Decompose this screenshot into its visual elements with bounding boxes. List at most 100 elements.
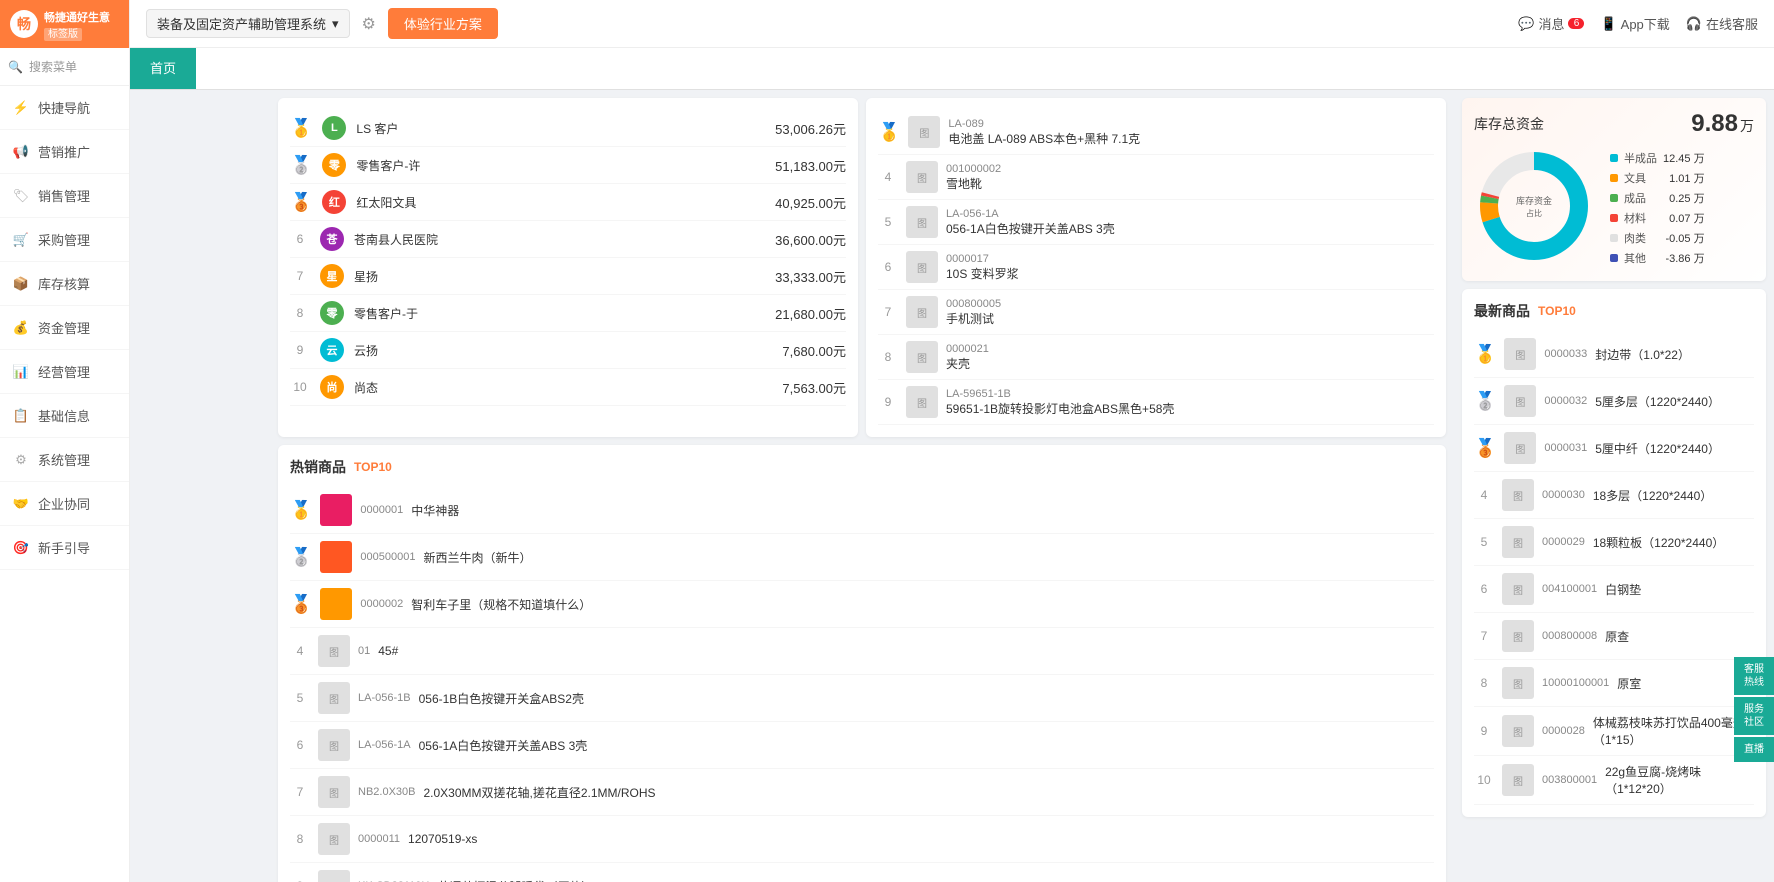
float-community-btn[interactable]: 服务社区 [1734, 697, 1774, 735]
legend-label: 肉类 [1624, 230, 1659, 246]
trial-button[interactable]: 体验行业方案 [388, 8, 498, 39]
product-name: 056-1A白色按键开关盖ABS 3壳 [419, 737, 1434, 754]
rank-number: 9 [878, 395, 898, 409]
medal-icon: 🥇 [878, 122, 900, 143]
newest-product-row: 9 图 0000028 体械荔枝味苏打饮品400毫升（1*15） [1474, 707, 1754, 756]
sidebar-item-operation[interactable]: 📊经营管理 [0, 350, 129, 394]
sidebar-item-finance[interactable]: 💰资金管理 [0, 306, 129, 350]
rank-number: 10 [1474, 773, 1494, 787]
nav-icon: 📋 [12, 407, 30, 425]
system-selector[interactable]: 装备及固定资产辅助管理系统 ▾ [146, 9, 350, 38]
product-img: 图 [1504, 385, 1536, 417]
hot-products-card: 热销商品 TOP10 🥇 0000001 中华神器 🥈 000500001 新西… [278, 445, 1446, 882]
hot-product-row: 5 图 LA-056-1B 056-1B白色按键开关盒ABS2壳 [290, 675, 1434, 722]
nav-icon: 📢 [12, 143, 30, 161]
product-code: 0000033 [1544, 348, 1587, 360]
sidebar-item-quick-nav[interactable]: ⚡快捷导航 [0, 86, 129, 130]
product-img: 图 [906, 251, 938, 283]
legend-item: 文具 1.01 万 [1610, 170, 1705, 186]
settings-icon[interactable]: ⚙ [362, 14, 376, 34]
medal-icon: 🥉 [290, 192, 312, 213]
legend-label: 半成品 [1624, 150, 1657, 166]
customer-amount: 36,600.00元 [775, 230, 846, 249]
product-code: LA-59651-1B [946, 388, 1174, 400]
app-download-btn[interactable]: 📱 App下载 [1600, 14, 1669, 33]
product-img: 图 [318, 870, 350, 882]
rank-number: 4 [1474, 488, 1494, 502]
ranking-row: 10 尚 尚态 7,563.00元 [290, 369, 846, 406]
product-name: 18多层（1220*2440） [1593, 487, 1754, 504]
left-spacer [130, 90, 270, 882]
float-service-btn[interactable]: 客服热线 [1734, 657, 1774, 695]
customer-name: 苍南县人民医院 [354, 231, 765, 248]
newest-products-list: 🥇 图 0000033 封边带（1.0*22） 🥈 图 0000032 5厘多层… [1474, 331, 1754, 805]
newest-product-row: 10 图 003800001 22g鱼豆腐-烧烤味（1*12*20） [1474, 756, 1754, 805]
hot-product-row: 6 图 LA-056-1A 056-1A白色按键开关盖ABS 3壳 [290, 722, 1434, 769]
sidebar-item-cooperation[interactable]: 🤝企业协同 [0, 482, 129, 526]
product-info: 000800005 手机测试 [946, 298, 1001, 327]
sidebar-item-system[interactable]: ⚙系统管理 [0, 438, 129, 482]
product-name: 59651-1B旋转投影灯电池盒ABS黑色+58壳 [946, 400, 1174, 417]
nav-icon: 🛒 [12, 231, 30, 249]
product-code: 10000100001 [1542, 677, 1609, 689]
newest-product-row: 🥉 图 0000031 5厘中纤（1220*2440） [1474, 425, 1754, 472]
product-name: 花语萌恒温分腿睡袋（厚款） [437, 878, 1434, 882]
sidebar-item-sales[interactable]: 🏷销售管理 [0, 174, 129, 218]
product-code: 000800005 [946, 298, 1001, 310]
ranking-row: 9 云 云扬 7,680.00元 [290, 332, 846, 369]
product-img: 图 [1502, 479, 1534, 511]
product-info: LA-59651-1B 59651-1B旋转投影灯电池盒ABS黑色+58壳 [946, 388, 1174, 417]
rank-badge: 零 [322, 153, 346, 177]
medal-icon: 🥉 [1474, 438, 1496, 459]
message-btn[interactable]: 💬 消息 6 [1518, 14, 1584, 33]
legend-item: 成品 0.25 万 [1610, 190, 1705, 206]
sidebar-item-inventory[interactable]: 📦库存核算 [0, 262, 129, 306]
sidebar-item-marketing[interactable]: 📢营销推广 [0, 130, 129, 174]
product-img: 图 [908, 116, 940, 148]
customer-name: 星扬 [354, 268, 765, 285]
product-img [320, 541, 352, 573]
medal-icon: 🥈 [290, 547, 312, 568]
float-live-btn[interactable]: 直播 [1734, 737, 1774, 762]
rank-badge: 星 [320, 264, 344, 288]
product-name: 2.0X30MM双搓花轴,搓花直径2.1MM/ROHS [423, 784, 1434, 801]
customer-name: 零售客户-许 [356, 157, 765, 174]
ranking-row: 🥉 红 红太阳文具 40,925.00元 [290, 184, 846, 221]
nav-label: 新手引导 [38, 538, 90, 557]
medal-icon: 🥉 [290, 594, 312, 615]
customer-amount: 51,183.00元 [775, 156, 846, 175]
product-name: 电池盖 LA-089 ABS本色+黑种 7.1克 [948, 130, 1140, 147]
nav-icon: 🎯 [12, 539, 30, 557]
product-img [320, 494, 352, 526]
online-service-btn[interactable]: 🎧 在线客服 [1686, 14, 1758, 33]
sidebar-item-purchase[interactable]: 🛒采购管理 [0, 218, 129, 262]
product-code: 01 [358, 645, 370, 657]
search-menu[interactable]: 🔍 搜索菜单 [0, 48, 129, 86]
tab-home[interactable]: 首页 [130, 48, 196, 89]
sidebar-item-basics[interactable]: 📋 基础信息 [0, 394, 129, 438]
rank-badge: 苍 [320, 227, 344, 251]
product-img: 图 [1502, 573, 1534, 605]
nav-label: 库存核算 [38, 274, 90, 293]
sidebar-item-guide[interactable]: 🎯 新手引导 [0, 526, 129, 570]
product-img: 图 [318, 776, 350, 808]
product-name: 雪地靴 [946, 175, 1001, 192]
logo: 畅 畅捷通好生意 标签版 [0, 0, 129, 48]
customer-name: 尚态 [354, 379, 772, 396]
nav-label: 基础信息 [38, 406, 90, 425]
product-code: 0000001 [360, 504, 403, 516]
nav-icon: 🤝 [12, 495, 30, 513]
float-buttons: 客服热线 服务社区 直播 [1734, 657, 1774, 762]
newest-product-row: 4 图 0000030 18多层（1220*2440） [1474, 472, 1754, 519]
hot-product-row: 4 图 01 45# [290, 628, 1434, 675]
legend-value: 12.45 万 [1663, 150, 1705, 166]
product-ranking-row: 🥇 图 LA-089 电池盖 LA-089 ABS本色+黑种 7.1克 [878, 110, 1434, 155]
legend-value: 1.01 万 [1669, 170, 1704, 186]
product-ranking-row: 7 图 000800005 手机测试 [878, 290, 1434, 335]
product-code: 003800001 [1542, 774, 1597, 786]
customer-ranking-table: 🥇 L LS 客户 53,006.26元 🥈 零 零售客户-许 51,183.0… [290, 110, 846, 406]
customer-amount: 21,680.00元 [775, 304, 846, 323]
customer-amount: 7,563.00元 [782, 378, 846, 397]
medal-icon: 🥈 [290, 155, 312, 176]
product-code: 004100001 [1542, 583, 1597, 595]
